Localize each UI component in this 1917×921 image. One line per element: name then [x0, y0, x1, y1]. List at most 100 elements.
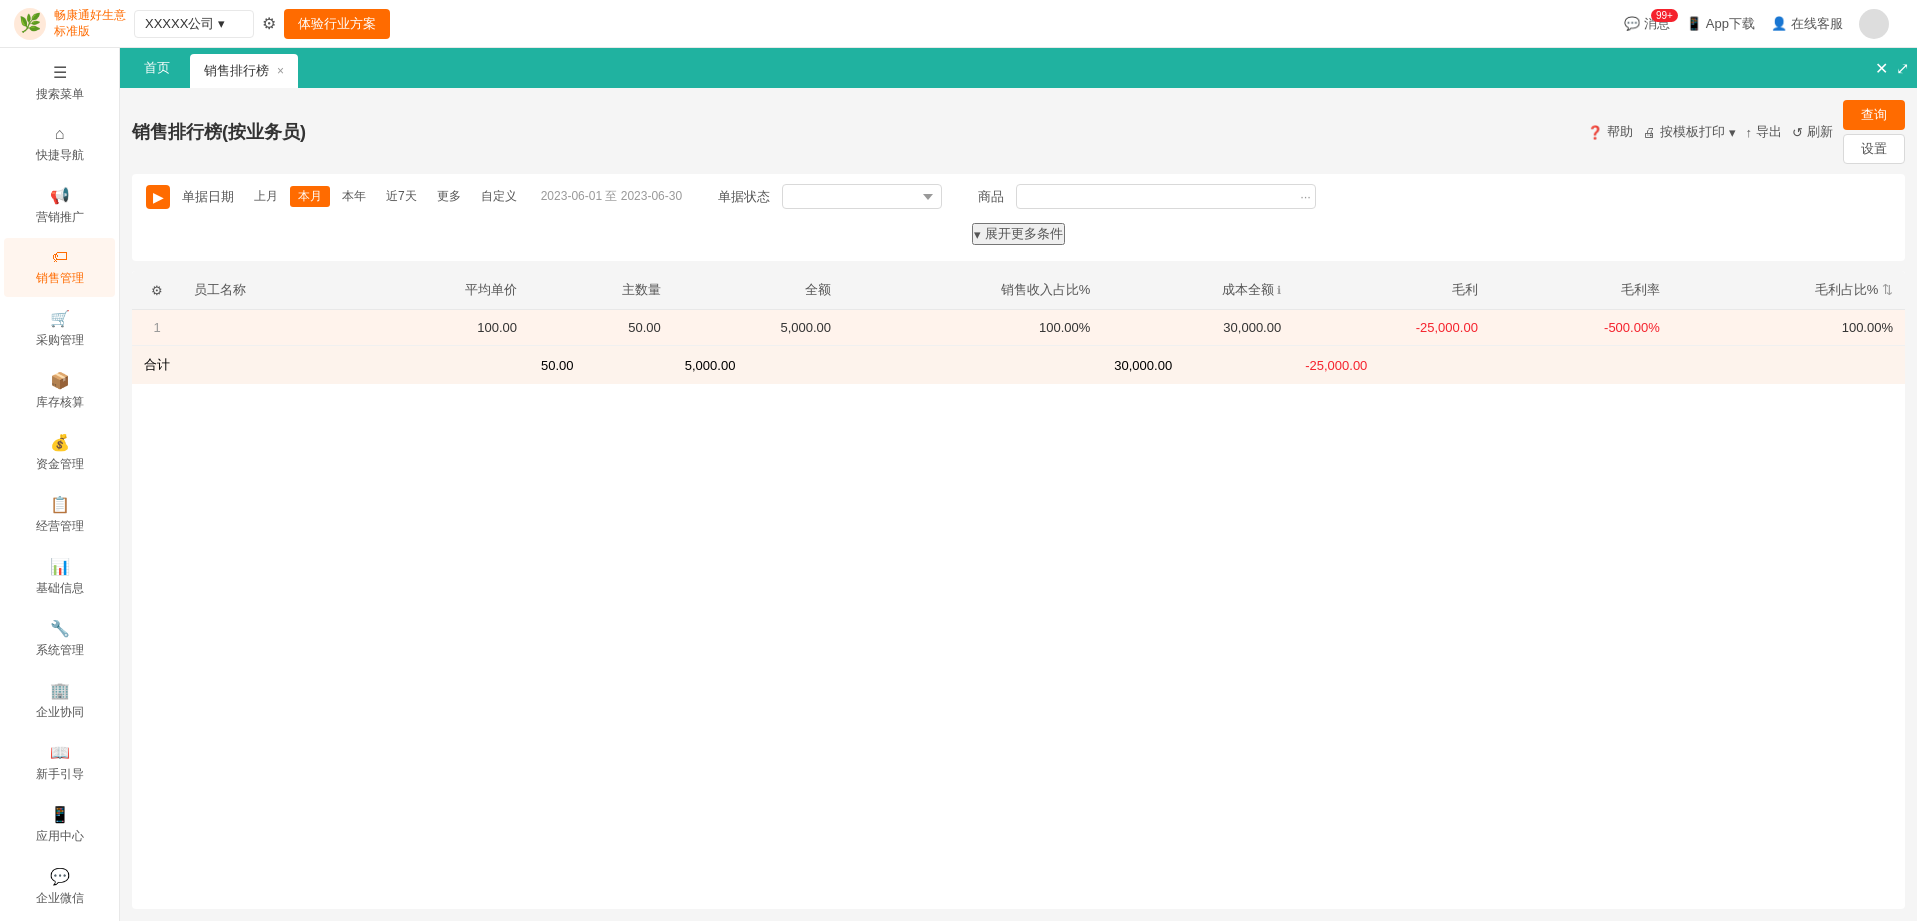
service-icon: 👤	[1771, 16, 1787, 31]
goods-more-icon[interactable]: ···	[1300, 189, 1311, 204]
table-footer-row: 合计 50.00 5,000.00 30,000.00 -25,000.00	[132, 346, 1905, 385]
sidebar-item-purchase[interactable]: 🛒 采购管理	[4, 299, 115, 359]
sidebar-item-newbie[interactable]: 📖 新手引导	[4, 733, 115, 793]
expand-conditions-button[interactable]: ▾ 展开更多条件	[972, 223, 1065, 245]
tab-sales-ranking[interactable]: 销售排行榜 ×	[190, 54, 298, 88]
column-settings-icon[interactable]: ⚙	[151, 283, 163, 298]
company-selector[interactable]: XXXXX公司 ▾	[134, 10, 254, 38]
app-download-label: App下载	[1706, 15, 1755, 33]
footer-qty: 50.00	[529, 346, 673, 385]
page-actions: ❓ 帮助 🖨 按模板打印 ▾ ↑ 导出 ↺ 刷新	[1587, 100, 1906, 164]
col-profit: 毛利	[1293, 271, 1490, 310]
footer-label: 合计	[132, 346, 355, 385]
date-tab-last-month[interactable]: 上月	[246, 186, 286, 207]
chevron-down-icon: ▾	[218, 16, 225, 31]
appcenter-icon: 📱	[50, 805, 70, 824]
company-name: XXXXX公司	[145, 15, 214, 33]
finance-icon: 💰	[50, 433, 70, 452]
export-button[interactable]: ↑ 导出	[1746, 123, 1783, 141]
print-button[interactable]: 🖨 按模板打印 ▾	[1643, 123, 1736, 141]
footer-cost: 30,000.00	[1102, 346, 1293, 385]
date-tab-more[interactable]: 更多	[429, 186, 469, 207]
sidebar-label-inventory: 库存核算	[36, 394, 84, 411]
sidebar-item-enterprise[interactable]: 🏢 企业协同	[4, 671, 115, 731]
trial-button[interactable]: 体验行业方案	[284, 9, 390, 39]
sidebar-item-system[interactable]: 🔧 系统管理	[4, 609, 115, 669]
sidebar: ☰ 搜索菜单 ⌂ 快捷导航 📢 营销推广 🏷 销售管理 🛒 采购管理 📦 库存核…	[0, 48, 120, 921]
date-tab-7days[interactable]: 近7天	[378, 186, 425, 207]
data-table: ⚙ 员工名称 平均单价 主数量 全额 销售收入占比% 成本全额 ℹ 毛利 毛利率	[132, 271, 1905, 384]
expand-conditions-label: 展开更多条件	[985, 225, 1063, 243]
sidebar-item-inventory[interactable]: 📦 库存核算	[4, 361, 115, 421]
col-amount: 全额	[673, 271, 843, 310]
col-cost: 成本全额 ℹ	[1102, 271, 1293, 310]
sidebar-item-operations[interactable]: 📋 经营管理	[4, 485, 115, 545]
sidebar-item-basic[interactable]: 📊 基础信息	[4, 547, 115, 607]
tab-bar: 首页 销售排行榜 × ✕ ⤢	[120, 48, 1917, 88]
sidebar-item-wechat[interactable]: 💬 企业微信	[4, 857, 115, 917]
sidebar-label-marketing: 营销推广	[36, 209, 84, 226]
date-tab-custom[interactable]: 自定义	[473, 186, 525, 207]
sidebar-label-enterprise: 企业协同	[36, 704, 84, 721]
profit-sort-icon: ⇅	[1882, 282, 1893, 297]
print-chevron: ▾	[1729, 125, 1736, 140]
search-menu-icon: ☰	[53, 63, 67, 82]
sidebar-label-basic: 基础信息	[36, 580, 84, 597]
sidebar-label-wechat: 企业微信	[36, 890, 84, 907]
footer-profit: -25,000.00	[1293, 346, 1490, 385]
tab-home[interactable]: 首页	[128, 48, 186, 88]
date-tabs: 上月 本月 本年 近7天 更多 自定义	[246, 186, 525, 207]
tab-close-icon[interactable]: ×	[277, 64, 284, 78]
help-button[interactable]: ❓ 帮助	[1587, 123, 1633, 141]
collapse-filter-btn[interactable]: ▶	[146, 185, 170, 209]
svg-text:🌿: 🌿	[19, 12, 42, 34]
message-button[interactable]: 💬 消息 99+	[1624, 15, 1670, 33]
cell-profit: -25,000.00	[1293, 310, 1490, 346]
refresh-button[interactable]: ↺ 刷新	[1792, 123, 1833, 141]
date-tab-this-month[interactable]: 本月	[290, 186, 330, 207]
col-qty: 主数量	[529, 271, 673, 310]
download-icon: 📱	[1686, 16, 1702, 31]
message-badge: 99+	[1651, 9, 1678, 22]
cost-info-icon: ℹ	[1277, 284, 1281, 296]
close-window-icon[interactable]: ✕	[1875, 59, 1888, 78]
sidebar-item-search[interactable]: ☰ 搜索菜单	[4, 53, 115, 113]
expand-row: ▾ 展开更多条件	[146, 217, 1891, 251]
print-label: 按模板打印	[1660, 123, 1725, 141]
col-profit-rate: 毛利率	[1490, 271, 1672, 310]
maximize-icon[interactable]: ⤢	[1896, 59, 1909, 78]
top-right-actions: 💬 消息 99+ 📱 App下载 👤 在线客服	[1624, 9, 1905, 39]
cell-rank: 1	[132, 310, 182, 346]
online-service-button[interactable]: 👤 在线客服	[1771, 15, 1843, 33]
date-label: 单据日期	[182, 188, 234, 206]
col-sales-pct: 销售收入占比%	[843, 271, 1102, 310]
sidebar-item-shortcut[interactable]: ⌂ 快捷导航	[4, 115, 115, 174]
date-tab-this-year[interactable]: 本年	[334, 186, 374, 207]
settings-top-icon[interactable]: ⚙	[262, 14, 276, 33]
sidebar-item-sales[interactable]: 🏷 销售管理	[4, 238, 115, 297]
col-settings: ⚙	[132, 271, 182, 310]
print-icon: 🖨	[1643, 125, 1656, 140]
table-header-row: ⚙ 员工名称 平均单价 主数量 全额 销售收入占比% 成本全额 ℹ 毛利 毛利率	[132, 271, 1905, 310]
app-download-button[interactable]: 📱 App下载	[1686, 15, 1755, 33]
query-button[interactable]: 查询	[1843, 100, 1905, 130]
sidebar-label-sales: 销售管理	[36, 270, 84, 287]
sidebar-label-operations: 经营管理	[36, 518, 84, 535]
goods-label: 商品	[978, 188, 1004, 206]
sales-icon: 🏷	[52, 248, 68, 266]
gear-icon: ⚙	[262, 15, 276, 32]
filter-bar: ▶ 单据日期 上月 本月 本年 近7天 更多 自定义 2023-06-01 至 …	[132, 174, 1905, 261]
wechat-icon: 💬	[50, 867, 70, 886]
sidebar-label-purchase: 采购管理	[36, 332, 84, 349]
sidebar-item-appcenter[interactable]: 📱 应用中心	[4, 795, 115, 855]
col-employee: 员工名称	[182, 271, 355, 310]
chevron-down-expand-icon: ▾	[974, 227, 981, 242]
operations-icon: 📋	[50, 495, 70, 514]
settings-button[interactable]: 设置	[1843, 134, 1905, 164]
sidebar-item-marketing[interactable]: 📢 营销推广	[4, 176, 115, 236]
avatar[interactable]	[1859, 9, 1889, 39]
sidebar-item-finance[interactable]: 💰 资金管理	[4, 423, 115, 483]
status-select[interactable]	[782, 184, 942, 209]
sidebar-label-newbie: 新手引导	[36, 766, 84, 783]
goods-input[interactable]	[1016, 184, 1316, 209]
